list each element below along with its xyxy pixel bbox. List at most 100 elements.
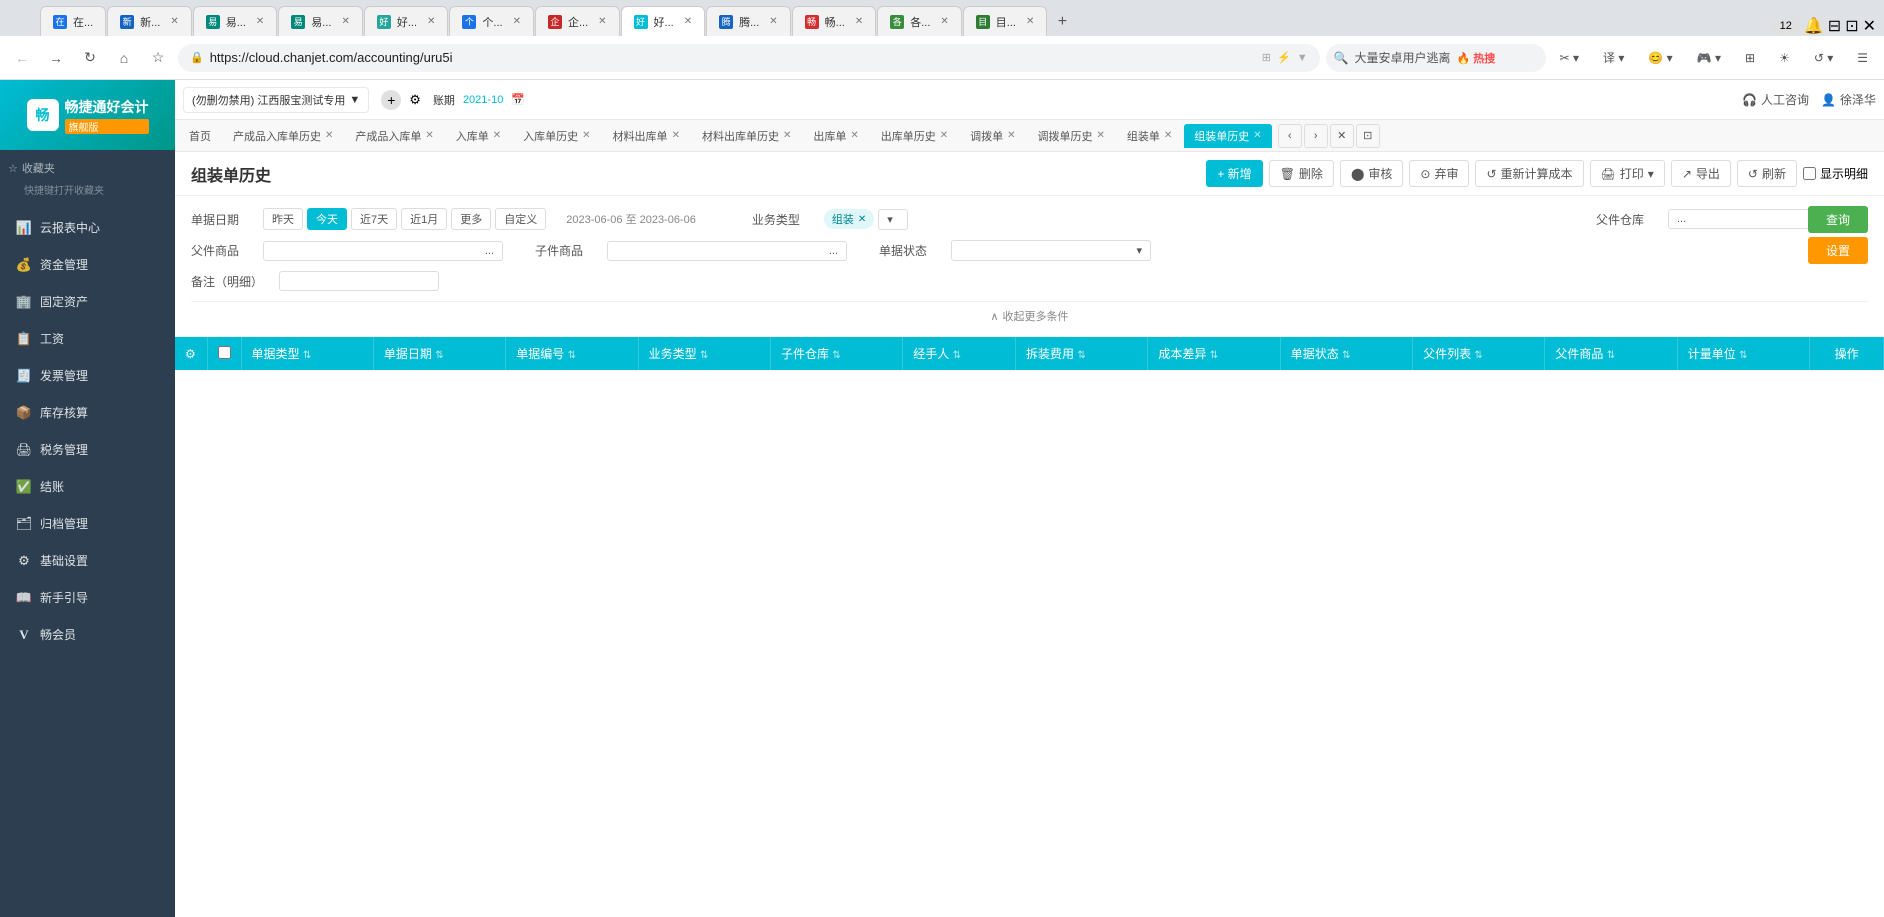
recalc-button[interactable]: ↺ 重新计算成本 <box>1475 160 1583 187</box>
sidebar-item-invoice[interactable]: 🧾 发票管理 <box>0 357 175 394</box>
col-bill-no[interactable]: 单据编号 ⇅ <box>506 337 638 370</box>
col-disassemble-fee[interactable]: 拆装费用 ⇅ <box>1015 337 1147 370</box>
bookmark-button[interactable]: ☆ <box>144 44 172 72</box>
custom-btn[interactable]: 自定义 <box>495 208 546 230</box>
col-biz-type[interactable]: 业务类型 ⇅ <box>638 337 770 370</box>
sidebar-item-tax[interactable]: 🖨 税务管理 <box>0 431 175 468</box>
tab-mat-out-history[interactable]: 材料出库单历史 ✕ <box>692 124 801 148</box>
print-button[interactable]: 🖨 打印 ▾ <box>1590 160 1665 187</box>
week7-btn[interactable]: 近7天 <box>351 208 397 230</box>
more-date-btn[interactable]: 更多 <box>451 208 491 230</box>
sidebar-item-archive[interactable]: 🗂 归档管理 <box>0 505 175 542</box>
col-bill-date[interactable]: 单据日期 ⇅ <box>373 337 505 370</box>
close-tab-assemble-history[interactable]: ✕ <box>1253 130 1261 141</box>
close-tab-in-order[interactable]: ✕ <box>493 130 501 141</box>
tab-out-order[interactable]: 出库单 ✕ <box>803 124 868 148</box>
game-btn[interactable]: 🎮 ▾ <box>1689 44 1729 72</box>
close-tab-out-order[interactable]: ✕ <box>850 130 858 141</box>
add-icon[interactable]: + <box>381 90 401 110</box>
close-tab-assemble[interactable]: ✕ <box>1164 130 1172 141</box>
col-parent-list[interactable]: 父件列表 ⇅ <box>1413 337 1545 370</box>
biz-type-dropdown[interactable]: ▾ <box>878 209 908 230</box>
sidebar-item-basic-settings[interactable]: ⚙ 基础设置 <box>0 542 175 579</box>
abandon-button[interactable]: ⊙ 弃审 <box>1409 160 1469 187</box>
menu-btn[interactable]: ☰ <box>1849 44 1876 72</box>
tab-home[interactable]: 首页 <box>179 124 221 148</box>
user-avatar[interactable]: 👤 徐泽华 <box>1821 91 1876 108</box>
browser-tab-3[interactable]: 易 易... ✕ <box>193 6 278 36</box>
month1-btn[interactable]: 近1月 <box>401 208 447 230</box>
collapse-btn[interactable]: ∧ 收起更多条件 <box>191 308 1868 324</box>
col-bill-status[interactable]: 单据状态 ⇅ <box>1280 337 1412 370</box>
tab-assemble[interactable]: 组装单 ✕ <box>1117 124 1182 148</box>
undo-btn[interactable]: ↺ ▾ <box>1806 44 1841 72</box>
browser-tab-12[interactable]: 目 目... ✕ <box>963 6 1048 36</box>
forward-button[interactable]: → <box>42 44 70 72</box>
biz-type-tag-close[interactable]: ✕ <box>858 214 866 225</box>
tab-mat-out[interactable]: 材料出库单 ✕ <box>603 124 690 148</box>
close-tab-transfer[interactable]: ✕ <box>1007 130 1015 141</box>
close-tab-prod-in[interactable]: ✕ <box>425 130 433 141</box>
browser-tab-10[interactable]: 畅 畅... ✕ <box>792 6 877 36</box>
tab-in-history[interactable]: 入库单历史 ✕ <box>513 124 600 148</box>
sidebar-item-inventory[interactable]: 📦 库存核算 <box>0 394 175 431</box>
browser-tab-11[interactable]: 各 各... ✕ <box>877 6 962 36</box>
panel-right-btn[interactable]: › <box>1304 124 1328 148</box>
browser-tab-5[interactable]: 好 好... ✕ <box>364 6 449 36</box>
col-child-warehouse[interactable]: 子件仓库 ⇅ <box>770 337 902 370</box>
delete-button[interactable]: 🗑 删除 <box>1269 160 1334 187</box>
close-tab-mat-out-history[interactable]: ✕ <box>783 130 791 141</box>
browser-tab-9[interactable]: 腾 腾... ✕ <box>706 6 791 36</box>
sidebar-item-settlement[interactable]: ✅ 结账 <box>0 468 175 505</box>
browser-search-bar[interactable]: 🔍 大量安卓用户逃离 🔥 热搜 <box>1326 44 1546 72</box>
parent-goods-input[interactable]: ... <box>263 241 503 261</box>
remark-input[interactable] <box>279 271 439 291</box>
browser-tab-7[interactable]: 企 企... ✕ <box>535 6 620 36</box>
select-all-checkbox[interactable] <box>218 346 231 359</box>
translate-btn[interactable]: 译 ▾ <box>1595 44 1632 72</box>
home-button[interactable]: ⌂ <box>110 44 138 72</box>
period-selector[interactable]: 账期 2021-10 📅 <box>433 92 525 108</box>
tab-transfer[interactable]: 调拨单 ✕ <box>960 124 1025 148</box>
col-handler[interactable]: 经手人 ⇅ <box>903 337 1016 370</box>
col-parent-goods[interactable]: 父件商品 ⇅ <box>1545 337 1677 370</box>
sidebar-item-cloud-report[interactable]: 📊 云报表中心 <box>0 209 175 246</box>
export-button[interactable]: ↗ 导出 <box>1671 160 1731 187</box>
panel-expand-btn[interactable]: ⊡ <box>1356 124 1380 148</box>
sidebar-item-payroll[interactable]: 📋 工资 <box>0 320 175 357</box>
today-btn[interactable]: 今天 <box>307 208 347 230</box>
tab-in-order[interactable]: 入库单 ✕ <box>446 124 511 148</box>
panel-left-btn[interactable]: ‹ <box>1278 124 1302 148</box>
col-checkbox[interactable] <box>207 337 241 370</box>
close-tab-transfer-history[interactable]: ✕ <box>1097 130 1105 141</box>
browser-tab-6[interactable]: 个 个... ✕ <box>449 6 534 36</box>
panel-close-btn[interactable]: ✕ <box>1330 124 1354 148</box>
cut-btn[interactable]: ✂ ▾ <box>1552 44 1587 72</box>
col-cost-diff[interactable]: 成本差异 ⇅ <box>1148 337 1280 370</box>
col-settings[interactable]: ⚙ <box>175 337 207 370</box>
refresh-button[interactable]: ↺ 刷新 <box>1737 160 1797 187</box>
browser-tab-4[interactable]: 易 易... ✕ <box>278 6 363 36</box>
company-selector[interactable]: (勿删勿禁用) 江西服宝测试专用 ▼ <box>183 87 369 113</box>
address-input[interactable]: 🔒 https://cloud.chanjet.com/accounting/u… <box>178 44 1320 72</box>
grid-btn[interactable]: ⊞ <box>1737 44 1763 72</box>
new-button[interactable]: + 新增 <box>1206 160 1262 187</box>
tab-out-history[interactable]: 出库单历史 ✕ <box>871 124 958 148</box>
settings-button[interactable]: 设置 <box>1808 237 1868 264</box>
yesterday-btn[interactable]: 昨天 <box>263 208 303 230</box>
review-button[interactable]: ⬤ 审核 <box>1340 160 1403 187</box>
browser-tab-2[interactable]: 新 新... ✕ <box>107 6 192 36</box>
new-tab-button[interactable]: + <box>1048 8 1076 36</box>
service-btn[interactable]: 🎧 人工咨询 <box>1742 91 1809 108</box>
query-button[interactable]: 查询 <box>1808 206 1868 233</box>
refresh-button[interactable]: ↻ <box>76 44 104 72</box>
back-button[interactable]: ← <box>8 44 36 72</box>
sidebar-item-fund-mgmt[interactable]: 💰 资金管理 <box>0 246 175 283</box>
browser-tab-1[interactable]: 在 在... <box>40 6 106 36</box>
tab-prod-in[interactable]: 产成品入库单 ✕ <box>345 124 443 148</box>
close-tab-in-history[interactable]: ✕ <box>582 130 590 141</box>
sidebar-item-fixed-assets[interactable]: 🏢 固定资产 <box>0 283 175 320</box>
child-goods-input[interactable]: ... <box>607 241 847 261</box>
close-tab-out-history[interactable]: ✕ <box>940 130 948 141</box>
emoji-btn[interactable]: 😊 ▾ <box>1640 44 1680 72</box>
